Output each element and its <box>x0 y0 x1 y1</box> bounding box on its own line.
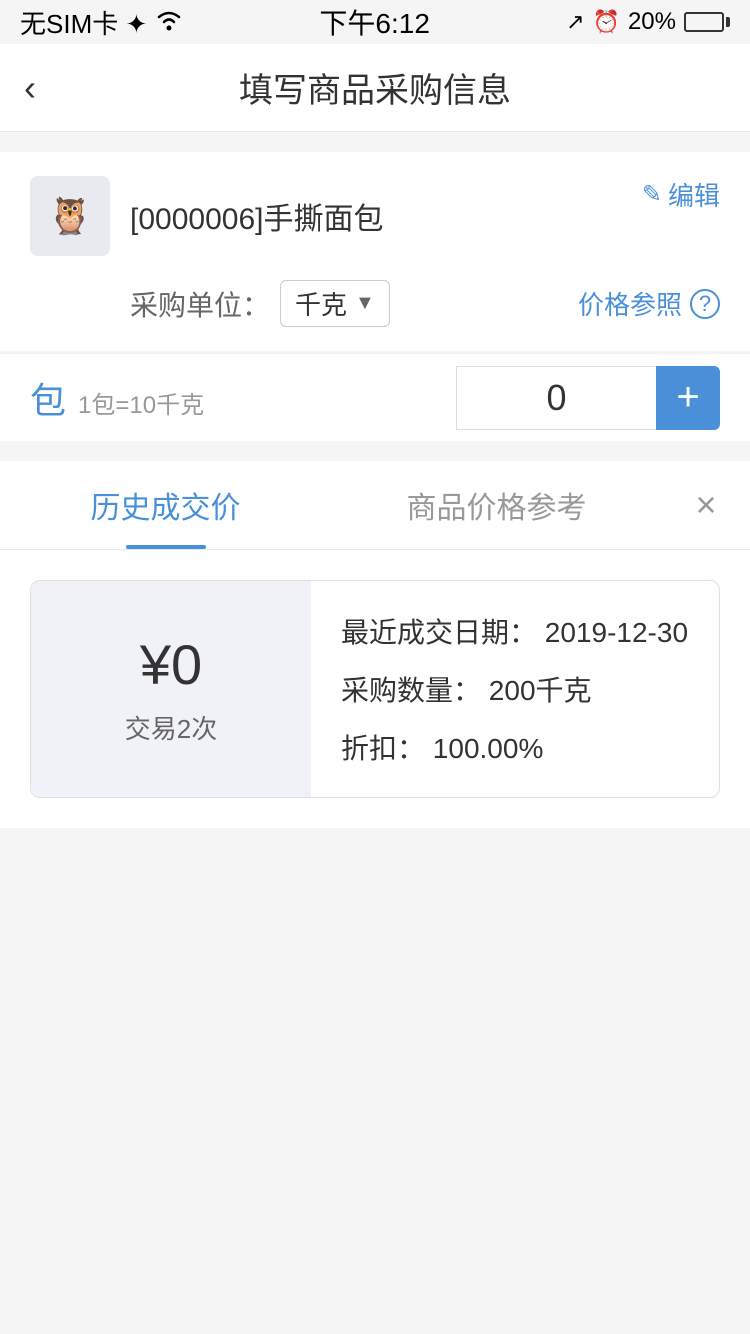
status-bar: 无SIM卡 ✦ 下午6:12 ↗ ⏰ 20% <box>0 0 750 44</box>
unit-selector: 采购单位： 千克 ▼ <box>30 280 390 327</box>
quantity-value: 0 <box>546 377 566 419</box>
recent-date-value: 2019-12-30 <box>545 617 688 648</box>
tab-history-price[interactable]: 历史成交价 <box>0 461 331 549</box>
dropdown-arrow-icon: ▼ <box>355 292 375 315</box>
tab-active-indicator <box>126 545 206 549</box>
recent-date-label: 最近成交日期： <box>341 617 537 648</box>
purchase-qty-row: 采购数量： 200千克 <box>341 669 689 709</box>
discount-label: 折扣： <box>341 733 425 764</box>
bottom-area <box>0 828 750 1228</box>
purchase-qty-value: 200千克 <box>489 675 592 706</box>
pkg-label: 包 <box>30 372 66 424</box>
tab-history-label: 历史成交价 <box>91 483 241 527</box>
product-card: 🦉 [0000006]手撕面包 ✎ 编辑 采购单位： 千克 ▼ 价格参照 ? <box>0 152 750 351</box>
plus-icon: + <box>676 375 699 420</box>
wifi-icon <box>155 7 183 38</box>
product-name: [0000006]手撕面包 <box>130 194 383 238</box>
status-indicators: ↗ ⏰ 20% <box>566 8 730 36</box>
tab-price-reference[interactable]: 商品价格参考 <box>331 461 662 549</box>
tab-price-ref-label: 商品价格参考 <box>407 483 587 527</box>
status-carrier: 无SIM卡 ✦ <box>20 4 183 41</box>
battery-percent: 20% <box>628 8 676 36</box>
edit-label: 编辑 <box>668 176 720 213</box>
page-title: 填写商品采购信息 <box>239 63 511 112</box>
back-button[interactable]: ‹ <box>24 67 36 109</box>
product-header: 🦉 [0000006]手撕面包 ✎ 编辑 <box>30 176 720 256</box>
purchase-qty-label: 采购数量： <box>341 675 481 706</box>
quantity-row: 包 1包=10千克 0 + <box>0 353 750 441</box>
quantity-plus-button[interactable]: + <box>656 366 720 430</box>
price-card: ¥0 交易2次 最近成交日期： 2019-12-30 采购数量： 200千克 折… <box>30 580 720 798</box>
unit-value: 千克 <box>295 285 347 322</box>
quantity-input[interactable]: 0 <box>456 366 656 430</box>
nav-bar: ‹ 填写商品采购信息 <box>0 44 750 132</box>
price-amount: ¥0 <box>140 632 202 697</box>
pkg-equiv: 1包=10千克 <box>78 385 204 420</box>
price-ref-label: 价格参照 <box>578 285 682 322</box>
discount-value: 100.00% <box>433 733 544 764</box>
price-transactions: 交易2次 <box>125 709 217 746</box>
price-detail-panel: 最近成交日期： 2019-12-30 采购数量： 200千克 折扣： 100.0… <box>311 581 719 797</box>
location-icon: ↗ <box>566 9 584 35</box>
status-time: 下午6:12 <box>319 2 430 42</box>
price-reference-button[interactable]: 价格参照 ? <box>578 285 720 322</box>
edit-button[interactable]: ✎ 编辑 <box>642 176 720 213</box>
quantity-input-area: 0 + <box>456 366 720 430</box>
alarm-icon: ⏰ <box>593 9 620 35</box>
battery-icon <box>684 12 730 32</box>
tabs-close-button[interactable]: × <box>662 461 750 549</box>
carrier-text: 无SIM卡 ✦ <box>20 4 147 41</box>
product-left: 🦉 [0000006]手撕面包 <box>30 176 383 256</box>
edit-icon: ✎ <box>642 180 662 209</box>
product-unit-row: 采购单位： 千克 ▼ 价格参照 ? <box>30 280 720 327</box>
tab-content-history: ¥0 交易2次 最近成交日期： 2019-12-30 采购数量： 200千克 折… <box>0 550 750 828</box>
quantity-label: 包 1包=10千克 <box>30 372 204 424</box>
tabs-section: 历史成交价 商品价格参考 × ¥0 交易2次 最近成交日期： 2019-12-3… <box>0 461 750 828</box>
product-thumbnail: 🦉 <box>30 176 110 256</box>
product-logo-icon: 🦉 <box>48 195 93 237</box>
unit-dropdown[interactable]: 千克 ▼ <box>280 280 390 327</box>
price-summary-panel: ¥0 交易2次 <box>31 581 311 797</box>
discount-row: 折扣： 100.00% <box>341 727 689 767</box>
tabs-header: 历史成交价 商品价格参考 × <box>0 461 750 550</box>
help-icon[interactable]: ? <box>690 289 720 319</box>
close-icon: × <box>695 484 716 526</box>
unit-label: 采购单位： <box>130 284 270 324</box>
recent-date-row: 最近成交日期： 2019-12-30 <box>341 611 689 651</box>
